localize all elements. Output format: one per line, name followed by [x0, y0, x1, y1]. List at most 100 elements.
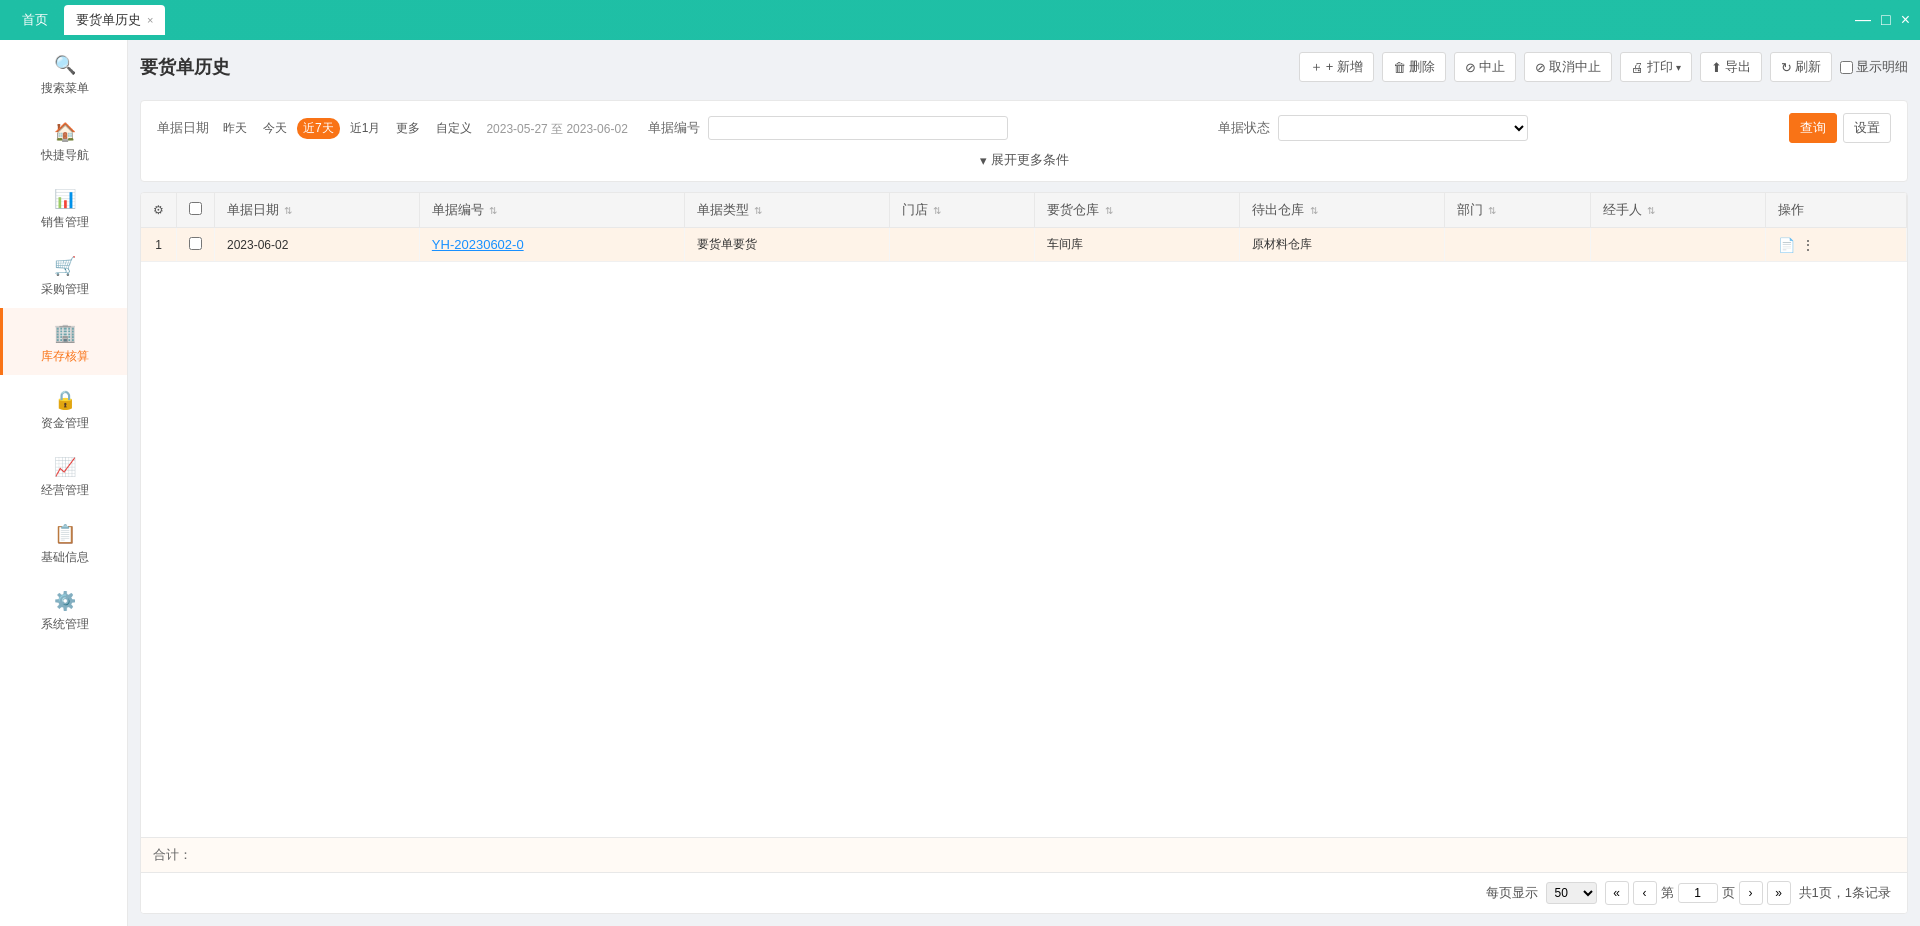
- active-tab[interactable]: 要货单历史 ×: [64, 5, 165, 35]
- page-label-after: 页: [1722, 884, 1735, 902]
- sidebar-item-finance-label: 资金管理: [41, 415, 89, 432]
- row-edit-icon[interactable]: 📄: [1778, 237, 1795, 253]
- minimize-icon[interactable]: —: [1855, 11, 1871, 29]
- per-page-select[interactable]: 50 20 100: [1546, 882, 1597, 904]
- new-icon: ＋: [1310, 58, 1323, 76]
- stop-button[interactable]: ⊘ 中止: [1454, 52, 1516, 82]
- col-settings[interactable]: ⚙: [141, 193, 177, 228]
- cancel-stop-button[interactable]: ⊘ 取消中止: [1524, 52, 1612, 82]
- sidebar-item-operation[interactable]: 📈 经营管理: [0, 442, 127, 509]
- filter-item-date: 单据日期 昨天 今天 近7天 近1月 更多 自定义 2023-05-27 至 2…: [157, 118, 628, 139]
- new-button[interactable]: ＋ + 新增: [1299, 52, 1374, 82]
- sidebar-item-search-menu[interactable]: 🔍 搜索菜单: [0, 40, 127, 107]
- row-index: 1: [141, 228, 177, 262]
- finance-icon: 🔒: [54, 389, 76, 411]
- sidebar-item-base-info[interactable]: 📋 基础信息: [0, 509, 127, 576]
- filter-item-status: 单据状态: [1218, 115, 1769, 141]
- col-docno[interactable]: 单据编号 ⇅: [419, 193, 684, 228]
- col-checkbox[interactable]: [177, 193, 215, 228]
- sidebar-item-sales-label: 销售管理: [41, 214, 89, 231]
- sidebar-item-quick-nav[interactable]: 🏠 快捷导航: [0, 107, 127, 174]
- shortcut-today[interactable]: 今天: [257, 118, 293, 139]
- row-docno-link[interactable]: YH-20230602-0: [432, 237, 524, 252]
- first-page-button[interactable]: «: [1605, 881, 1629, 905]
- next-page-button[interactable]: ›: [1739, 881, 1763, 905]
- base-info-icon: 📋: [54, 523, 76, 545]
- col-action: 操作: [1766, 193, 1907, 228]
- shortcut-7days[interactable]: 近7天: [297, 118, 340, 139]
- col-pending-warehouse[interactable]: 待出仓库 ⇅: [1240, 193, 1445, 228]
- expand-chevron-icon: ▾: [980, 153, 987, 168]
- filter-date-label: 单据日期: [157, 119, 209, 137]
- total-info: 共1页，1条记录: [1799, 884, 1891, 902]
- refresh-button[interactable]: ↻ 刷新: [1770, 52, 1832, 82]
- row-checkbox-cell[interactable]: [177, 228, 215, 262]
- table-body: 1 2023-06-02 YH-20230602-0 要货单要货 车间库 原材料…: [141, 228, 1907, 262]
- prev-page-button[interactable]: ‹: [1633, 881, 1657, 905]
- sort-req-warehouse-icon: ⇅: [1105, 205, 1113, 216]
- sidebar-item-operation-label: 经营管理: [41, 482, 89, 499]
- content-area: 要货单历史 ＋ + 新增 🗑 删除 ⊘ 中止 ⊘ 取消中止: [128, 40, 1920, 926]
- shortcut-yesterday[interactable]: 昨天: [217, 118, 253, 139]
- filter-actions: 查询 设置: [1789, 113, 1891, 143]
- row-pending-warehouse: 原材料仓库: [1240, 228, 1445, 262]
- col-date[interactable]: 单据日期 ⇅: [215, 193, 420, 228]
- sidebar-item-purchase[interactable]: 🛒 采购管理: [0, 241, 127, 308]
- export-icon: ⬆: [1711, 60, 1722, 75]
- col-store[interactable]: 门店 ⇅: [889, 193, 1035, 228]
- col-department[interactable]: 部门 ⇅: [1445, 193, 1591, 228]
- print-button[interactable]: 🖨 打印 ▾: [1620, 52, 1692, 82]
- row-doctype: 要货单要货: [684, 228, 889, 262]
- cancel-stop-icon: ⊘: [1535, 60, 1546, 75]
- expand-more[interactable]: ▾ 展开更多条件: [157, 151, 1891, 169]
- window-close-icon[interactable]: ×: [1901, 11, 1910, 29]
- page-title: 要货单历史: [140, 55, 230, 79]
- toolbar: ＋ + 新增 🗑 删除 ⊘ 中止 ⊘ 取消中止 🖨 打印: [1299, 52, 1908, 82]
- print-dropdown-icon[interactable]: ▾: [1676, 62, 1681, 73]
- home-tab[interactable]: 首页: [10, 5, 60, 35]
- sidebar-item-system[interactable]: ⚙️ 系统管理: [0, 576, 127, 643]
- select-all-checkbox[interactable]: [189, 202, 202, 215]
- top-bar-right: — □ ×: [1855, 11, 1910, 29]
- sort-handler-icon: ⇅: [1647, 205, 1655, 216]
- display-detail-checkbox[interactable]: [1840, 61, 1853, 74]
- sidebar-item-sales[interactable]: 📊 销售管理: [0, 174, 127, 241]
- filter-status-select[interactable]: [1278, 115, 1528, 141]
- delete-button[interactable]: 🗑 删除: [1382, 52, 1446, 82]
- tab-close-icon[interactable]: ×: [147, 14, 153, 26]
- row-department: [1445, 228, 1591, 262]
- settings-button[interactable]: 设置: [1843, 113, 1891, 143]
- export-button[interactable]: ⬆ 导出: [1700, 52, 1762, 82]
- col-req-warehouse[interactable]: 要货仓库 ⇅: [1035, 193, 1240, 228]
- table-row: 1 2023-06-02 YH-20230602-0 要货单要货 车间库 原材料…: [141, 228, 1907, 262]
- filter-status-label: 单据状态: [1218, 119, 1270, 137]
- sidebar-item-search-menu-label: 搜索菜单: [41, 80, 89, 97]
- shortcut-custom[interactable]: 自定义: [430, 118, 478, 139]
- sales-icon: 📊: [54, 188, 76, 210]
- row-checkbox[interactable]: [189, 237, 202, 250]
- home-tab-label: 首页: [22, 11, 48, 29]
- purchase-icon: 🛒: [54, 255, 76, 277]
- maximize-icon[interactable]: □: [1881, 11, 1891, 29]
- sort-department-icon: ⇅: [1488, 205, 1496, 216]
- display-detail-checkbox-label[interactable]: 显示明细: [1840, 58, 1908, 76]
- footer-summary: 合计：: [141, 837, 1907, 872]
- row-docno[interactable]: YH-20230602-0: [419, 228, 684, 262]
- sidebar-item-finance[interactable]: 🔒 资金管理: [0, 375, 127, 442]
- col-doctype[interactable]: 单据类型 ⇅: [684, 193, 889, 228]
- shortcut-1month[interactable]: 近1月: [344, 118, 387, 139]
- page-label-before: 第: [1661, 884, 1674, 902]
- row-more-icon[interactable]: ⋮: [1801, 237, 1815, 253]
- last-page-button[interactable]: »: [1767, 881, 1791, 905]
- page-input[interactable]: [1678, 883, 1718, 903]
- sidebar-item-inventory[interactable]: 🏢 库存核算: [0, 308, 127, 375]
- summary-label: 合计：: [153, 847, 192, 862]
- query-button[interactable]: 查询: [1789, 113, 1837, 143]
- sidebar: 🔍 搜索菜单 🏠 快捷导航 📊 销售管理 🛒 采购管理 🏢 库存核算 🔒 资金管…: [0, 40, 128, 926]
- filter-docno-label: 单据编号: [648, 119, 700, 137]
- shortcut-more[interactable]: 更多: [390, 118, 426, 139]
- table-header: ⚙ 单据日期 ⇅ 单据编号 ⇅ 单据类型: [141, 193, 1907, 228]
- filter-docno-input[interactable]: [708, 116, 1008, 140]
- col-handler[interactable]: 经手人 ⇅: [1590, 193, 1765, 228]
- per-page-label: 每页显示: [1486, 884, 1538, 902]
